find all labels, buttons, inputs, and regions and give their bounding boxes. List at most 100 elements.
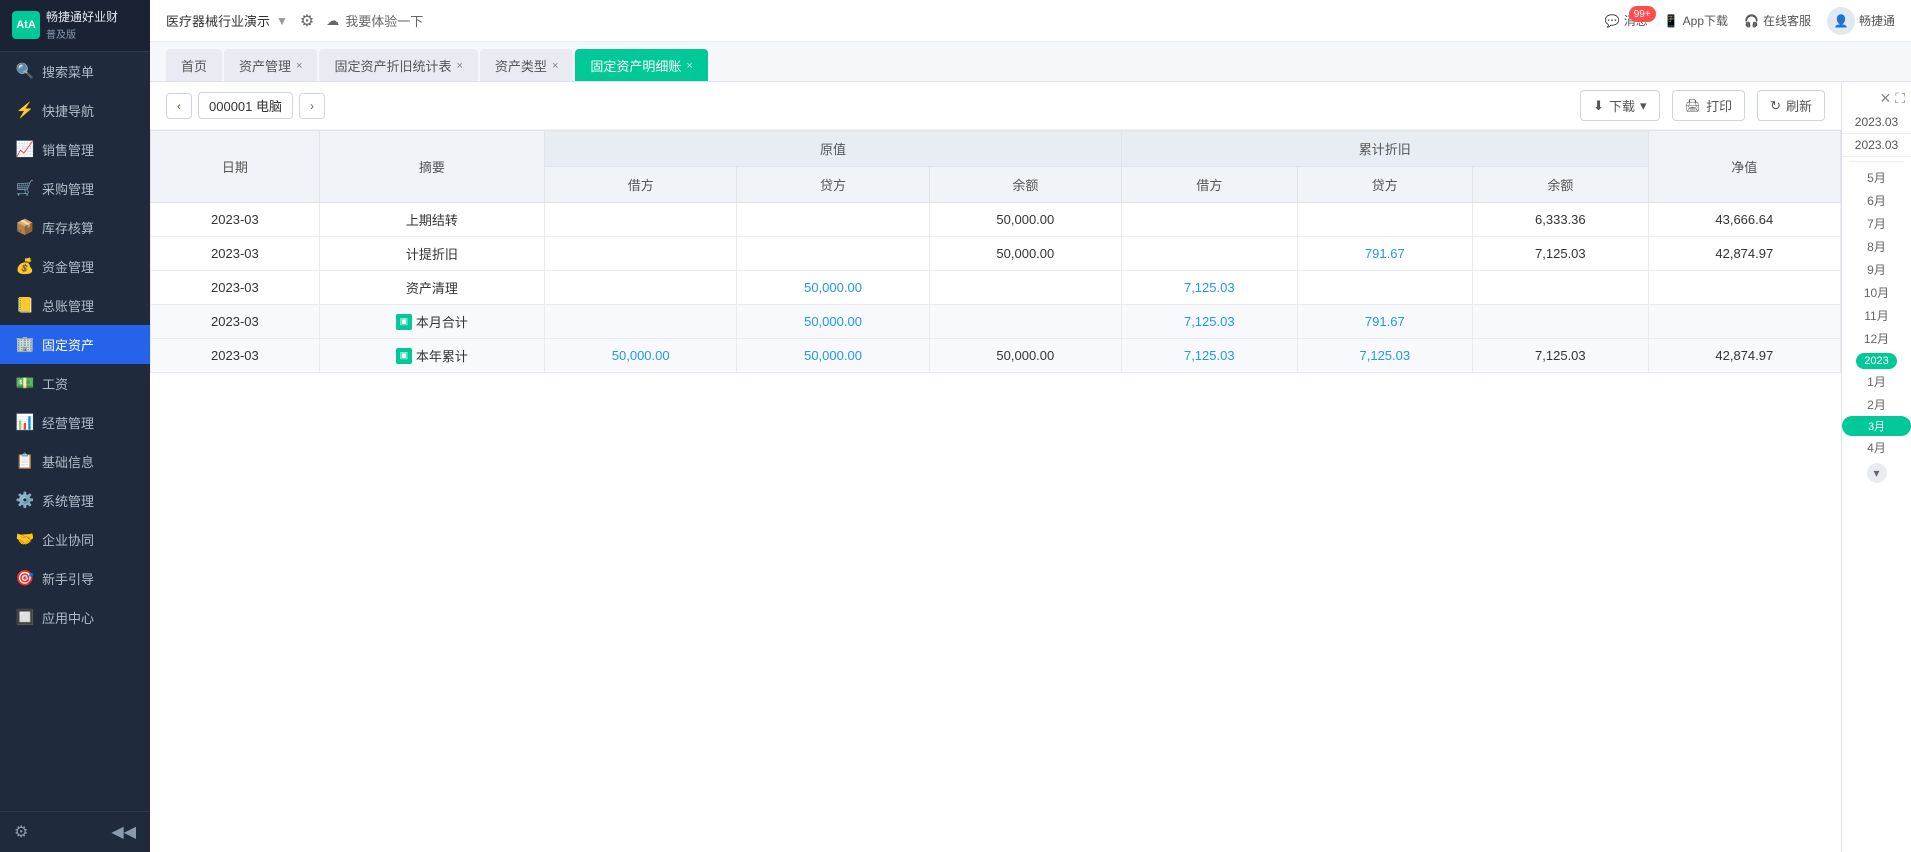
timeline-month-1月[interactable]: 1月: [1842, 370, 1911, 393]
tab-asset_detail[interactable]: 固定资产明细账 ×: [575, 49, 707, 81]
active-month[interactable]: 3月: [1860, 419, 1893, 435]
sidebar-item-app_center[interactable]: 🔲应用中心: [0, 598, 150, 637]
tab-label: 固定资产折旧统计表: [334, 56, 451, 75]
sidebar-item-search[interactable]: 🔍搜索菜单: [0, 52, 150, 91]
user-profile[interactable]: 👤 畅捷通: [1827, 7, 1895, 35]
timeline-month-5月[interactable]: 5月: [1842, 166, 1911, 189]
tab-home[interactable]: 首页: [166, 49, 222, 81]
sidebar-label: 工资: [42, 374, 68, 393]
timeline-month-10月[interactable]: 10月: [1842, 281, 1911, 304]
app-download-btn[interactable]: 📱 App下载: [1664, 12, 1728, 29]
sidebar-item-system[interactable]: ⚙️系统管理: [0, 481, 150, 520]
year-badge[interactable]: 2023: [1856, 353, 1896, 369]
cell-accum-credit: [1297, 203, 1473, 237]
panel-actions: ⬇ 下载 ▾ 🖨 打印 ↻ 刷新: [1580, 90, 1825, 121]
col-accum-balance: 余额: [1473, 167, 1649, 203]
cell-summary: ▣本月合计: [319, 305, 544, 339]
app_center-icon: 🔲: [16, 608, 34, 626]
cell-orig-balance: 50,000.00: [929, 339, 1121, 373]
summary-icon: ▣: [396, 314, 412, 330]
sidebar-item-capital[interactable]: 💰资金管理: [0, 247, 150, 286]
cell-accum-balance: 7,125.03: [1473, 339, 1649, 373]
timeline-year-2023[interactable]: 2023: [1842, 350, 1911, 370]
tab-label: 资产类型: [495, 56, 547, 75]
timeline-down-btn[interactable]: ▾: [1867, 463, 1887, 483]
timeline-month-12月[interactable]: 12月: [1842, 327, 1911, 350]
sidebar-item-enterprise[interactable]: 🤝 企业协同: [0, 520, 150, 559]
print-btn[interactable]: 🖨 打印: [1672, 90, 1746, 121]
sidebar-item-inventory[interactable]: 📦库存核算: [0, 208, 150, 247]
sidebar-item-payroll[interactable]: 💵 工资: [0, 364, 150, 403]
customer-service-btn[interactable]: 🎧 在线客服: [1744, 12, 1811, 29]
cell-orig-debit: [545, 237, 737, 271]
company-selector[interactable]: 医疗器械行业演示 ▼: [166, 11, 288, 30]
tab-close-icon[interactable]: ×: [456, 60, 462, 72]
purchase-icon: 🛒: [16, 179, 34, 197]
refresh-icon: ↻: [1770, 98, 1781, 114]
sidebar-label: 快捷导航: [42, 101, 94, 120]
app-download-label: App下载: [1683, 12, 1728, 29]
cell-orig-credit: 50,000.00: [737, 271, 929, 305]
enterprise-icon: 🤝: [16, 530, 34, 548]
sidebar-label: 销售管理: [42, 140, 94, 159]
settings-gear-icon[interactable]: ⚙: [300, 11, 314, 31]
cell-orig-balance: [929, 271, 1121, 305]
close-timeline-btn[interactable]: ✕: [1879, 90, 1891, 107]
timeline-month-4月[interactable]: 4月: [1842, 436, 1911, 459]
capital-icon: 💰: [16, 257, 34, 275]
experience-label: 我要体验一下: [345, 11, 423, 30]
cell-date: 2023-03: [151, 339, 320, 373]
message-btn[interactable]: 💬 消息 99+: [1605, 12, 1648, 29]
cell-accum-debit: 7,125.03: [1122, 305, 1298, 339]
cell-date: 2023-03: [151, 271, 320, 305]
tab-depreciation_stats[interactable]: 固定资产折旧统计表 ×: [319, 49, 477, 81]
tab-close-icon[interactable]: ×: [686, 60, 692, 72]
sidebar-item-guide[interactable]: 🎯新手引导: [0, 559, 150, 598]
timeline-month-7月[interactable]: 7月: [1842, 212, 1911, 235]
tab-asset_manage[interactable]: 资产管理 ×: [224, 49, 317, 81]
sidebar-logo: AtA 畅捷通好业财 普及版: [0, 0, 150, 52]
cell-accum-balance: [1473, 271, 1649, 305]
timeline-month-9月[interactable]: 9月: [1842, 258, 1911, 281]
operations-icon: 📊: [16, 413, 34, 431]
search-icon: 🔍: [16, 62, 34, 80]
timeline-month-2月[interactable]: 2月: [1842, 393, 1911, 416]
timeline-month-11月[interactable]: 11月: [1842, 304, 1911, 327]
sidebar-item-purchase[interactable]: 🛒采购管理: [0, 169, 150, 208]
timeline-controls: ✕ ⛶: [1842, 86, 1911, 111]
refresh-btn[interactable]: ↻ 刷新: [1757, 90, 1825, 121]
tab-asset_type[interactable]: 资产类型 ×: [480, 49, 573, 81]
timeline-month-3月[interactable]: 3月: [1842, 416, 1911, 436]
payroll-icon: 💵: [16, 374, 34, 392]
tab-close-icon[interactable]: ×: [296, 60, 302, 72]
topbar-actions: 💬 消息 99+ 📱 App下载 🎧 在线客服 👤 畅捷通: [1605, 7, 1895, 35]
timeline-month-8月[interactable]: 8月: [1842, 235, 1911, 258]
sidebar-item-fixed_assets[interactable]: 🏢固定资产: [0, 325, 150, 364]
collapse-icon[interactable]: ◀◀: [111, 822, 136, 842]
tab-close-icon[interactable]: ×: [552, 60, 558, 72]
col-accumulated-dep-group: 累计折旧: [1122, 131, 1649, 167]
next-asset-btn[interactable]: ›: [299, 93, 325, 119]
expand-timeline-btn[interactable]: ⛶: [1895, 90, 1905, 107]
sidebar-item-operations[interactable]: 📊经营管理: [0, 403, 150, 442]
cell-accum-credit: 791.67: [1297, 305, 1473, 339]
cell-orig-debit: 50,000.00: [545, 339, 737, 373]
cell-orig-balance: 50,000.00: [929, 203, 1121, 237]
cell-net-value: 43,666.64: [1648, 203, 1840, 237]
sidebar-item-quick_nav[interactable]: ⚡快捷导航: [0, 91, 150, 130]
settings-icon[interactable]: ⚙: [14, 822, 28, 842]
col-date: 日期: [151, 131, 320, 203]
fixed_assets-icon: 🏢: [16, 335, 34, 353]
sidebar-item-basic_info[interactable]: 📋基础信息: [0, 442, 150, 481]
sidebar-item-sales[interactable]: 📈销售管理: [0, 130, 150, 169]
timeline-month-6月[interactable]: 6月: [1842, 189, 1911, 212]
download-btn[interactable]: ⬇ 下载 ▾: [1580, 90, 1659, 121]
inventory-icon: 📦: [16, 218, 34, 236]
col-summary: 摘要: [319, 131, 544, 203]
sidebar-label: 企业协同: [42, 530, 94, 549]
cell-summary: 资产清理: [319, 271, 544, 305]
prev-asset-btn[interactable]: ‹: [166, 93, 192, 119]
cell-net-value: 42,874.97: [1648, 339, 1840, 373]
sidebar-item-ledger[interactable]: 📒总账管理: [0, 286, 150, 325]
experience-btn[interactable]: ☁ 我要体验一下: [326, 11, 423, 30]
